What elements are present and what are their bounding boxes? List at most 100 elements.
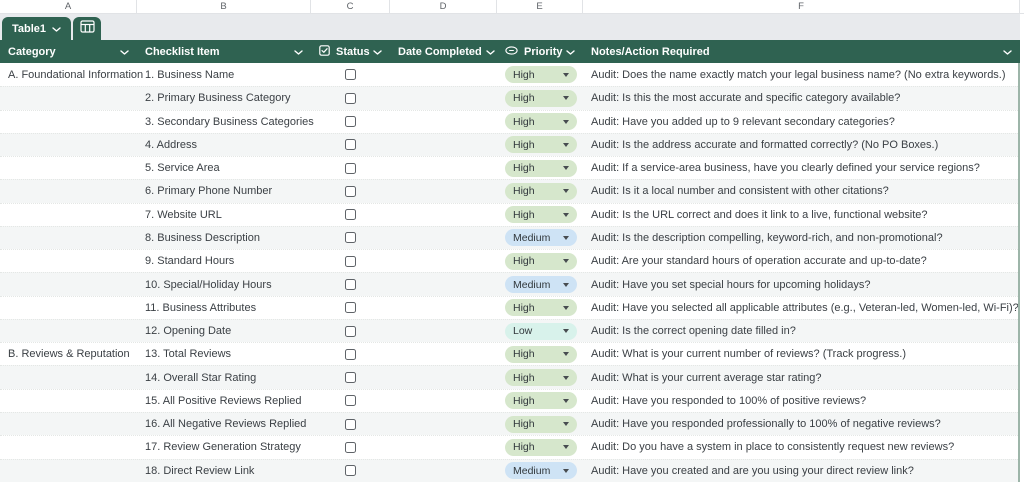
priority-cell[interactable]: Medium xyxy=(497,460,583,482)
chevron-down-icon[interactable] xyxy=(120,46,129,58)
status-checkbox[interactable] xyxy=(345,348,356,360)
status-checkbox[interactable] xyxy=(345,255,356,267)
notes-cell[interactable]: Audit: Have you set special hours for up… xyxy=(583,273,1018,295)
column-header-a[interactable]: A xyxy=(0,0,137,13)
priority-cell[interactable]: High xyxy=(497,180,583,202)
priority-chip[interactable]: High xyxy=(505,299,577,317)
notes-cell[interactable]: Audit: Is the URL correct and does it li… xyxy=(583,204,1018,226)
header-date-completed[interactable]: Date Completed xyxy=(390,40,497,63)
status-checkbox[interactable] xyxy=(345,325,356,337)
column-header-d[interactable]: D xyxy=(390,0,497,13)
status-cell[interactable] xyxy=(311,180,390,202)
status-cell[interactable] xyxy=(311,204,390,226)
notes-cell[interactable]: Audit: Is this the most accurate and spe… xyxy=(583,87,1018,109)
status-checkbox[interactable] xyxy=(345,372,356,384)
header-priority[interactable]: Priority xyxy=(497,40,583,63)
priority-cell[interactable]: High xyxy=(497,157,583,179)
status-checkbox[interactable] xyxy=(345,395,356,407)
category-cell[interactable] xyxy=(0,111,137,133)
status-cell[interactable] xyxy=(311,250,390,272)
checklist-item-cell[interactable]: 10. Special/Holiday Hours xyxy=(137,273,311,295)
checklist-item-cell[interactable]: 6. Primary Phone Number xyxy=(137,180,311,202)
column-header-b[interactable]: B xyxy=(137,0,311,13)
category-cell[interactable] xyxy=(0,413,137,435)
status-cell[interactable] xyxy=(311,460,390,482)
status-cell[interactable] xyxy=(311,390,390,412)
status-cell[interactable] xyxy=(311,413,390,435)
date-completed-cell[interactable] xyxy=(390,111,497,133)
priority-cell[interactable]: High xyxy=(497,413,583,435)
checklist-item-cell[interactable]: 4. Address xyxy=(137,134,311,156)
priority-chip[interactable]: High xyxy=(505,206,577,224)
priority-cell[interactable]: High xyxy=(497,297,583,319)
status-checkbox[interactable] xyxy=(345,185,356,197)
category-cell[interactable] xyxy=(0,390,137,412)
notes-cell[interactable]: Audit: Have you responded to 100% of pos… xyxy=(583,390,1018,412)
checklist-item-cell[interactable]: 18. Direct Review Link xyxy=(137,460,311,482)
date-completed-cell[interactable] xyxy=(390,366,497,388)
header-notes[interactable]: Notes/Action Required xyxy=(583,40,1020,63)
priority-chip[interactable]: High xyxy=(505,113,577,131)
status-checkbox[interactable] xyxy=(345,139,356,151)
status-checkbox[interactable] xyxy=(345,209,356,221)
priority-chip[interactable]: Medium xyxy=(505,276,577,294)
status-checkbox[interactable] xyxy=(345,69,356,81)
category-cell[interactable] xyxy=(0,436,137,458)
table-tab[interactable]: Table1 xyxy=(2,17,72,40)
category-cell[interactable] xyxy=(0,297,137,319)
column-header-c[interactable]: C xyxy=(311,0,390,13)
category-cell[interactable] xyxy=(0,134,137,156)
notes-cell[interactable]: Audit: Is the description compelling, ke… xyxy=(583,227,1018,249)
checklist-item-cell[interactable]: 2. Primary Business Category xyxy=(137,87,311,109)
priority-cell[interactable]: High xyxy=(497,63,583,86)
status-checkbox[interactable] xyxy=(345,418,356,430)
notes-cell[interactable]: Audit: What is your current number of re… xyxy=(583,343,1018,365)
checklist-item-cell[interactable]: 7. Website URL xyxy=(137,204,311,226)
checklist-item-cell[interactable]: 5. Service Area xyxy=(137,157,311,179)
notes-cell[interactable]: Audit: Is the address accurate and forma… xyxy=(583,134,1018,156)
priority-cell[interactable]: High xyxy=(497,134,583,156)
date-completed-cell[interactable] xyxy=(390,460,497,482)
notes-cell[interactable]: Audit: Does the name exactly match your … xyxy=(583,63,1018,86)
status-checkbox[interactable] xyxy=(345,232,356,244)
status-cell[interactable] xyxy=(311,227,390,249)
date-completed-cell[interactable] xyxy=(390,204,497,226)
checklist-item-cell[interactable]: 14. Overall Star Rating xyxy=(137,366,311,388)
checklist-item-cell[interactable]: 17. Review Generation Strategy xyxy=(137,436,311,458)
priority-cell[interactable]: High xyxy=(497,111,583,133)
priority-chip[interactable]: High xyxy=(505,392,577,410)
checklist-item-cell[interactable]: 15. All Positive Reviews Replied xyxy=(137,390,311,412)
date-completed-cell[interactable] xyxy=(390,63,497,86)
category-cell[interactable] xyxy=(0,366,137,388)
status-cell[interactable] xyxy=(311,436,390,458)
date-completed-cell[interactable] xyxy=(390,157,497,179)
date-completed-cell[interactable] xyxy=(390,320,497,342)
category-cell[interactable] xyxy=(0,273,137,295)
status-cell[interactable] xyxy=(311,157,390,179)
status-cell[interactable] xyxy=(311,320,390,342)
status-cell[interactable] xyxy=(311,87,390,109)
priority-cell[interactable]: High xyxy=(497,204,583,226)
checklist-item-cell[interactable]: 12. Opening Date xyxy=(137,320,311,342)
priority-cell[interactable]: High xyxy=(497,343,583,365)
category-cell[interactable] xyxy=(0,204,137,226)
priority-chip[interactable]: High xyxy=(505,66,577,84)
header-status[interactable]: Status xyxy=(311,40,390,63)
category-cell[interactable] xyxy=(0,87,137,109)
category-cell[interactable] xyxy=(0,460,137,482)
priority-cell[interactable]: Medium xyxy=(497,227,583,249)
priority-chip[interactable]: High xyxy=(505,415,577,433)
checklist-item-cell[interactable]: 8. Business Description xyxy=(137,227,311,249)
priority-chip[interactable]: High xyxy=(505,182,577,200)
priority-chip[interactable]: High xyxy=(505,438,577,456)
header-checklist-item[interactable]: Checklist Item xyxy=(137,40,311,63)
status-checkbox[interactable] xyxy=(345,279,356,291)
notes-cell[interactable]: Audit: Have you created and are you usin… xyxy=(583,460,1018,482)
notes-cell[interactable]: Audit: Is the correct opening date fille… xyxy=(583,320,1018,342)
notes-cell[interactable]: Audit: Are your standard hours of operat… xyxy=(583,250,1018,272)
notes-cell[interactable]: Audit: Have you selected all applicable … xyxy=(583,297,1018,319)
date-completed-cell[interactable] xyxy=(390,390,497,412)
notes-cell[interactable]: Audit: Do you have a system in place to … xyxy=(583,436,1018,458)
status-cell[interactable] xyxy=(311,343,390,365)
priority-cell[interactable]: High xyxy=(497,250,583,272)
